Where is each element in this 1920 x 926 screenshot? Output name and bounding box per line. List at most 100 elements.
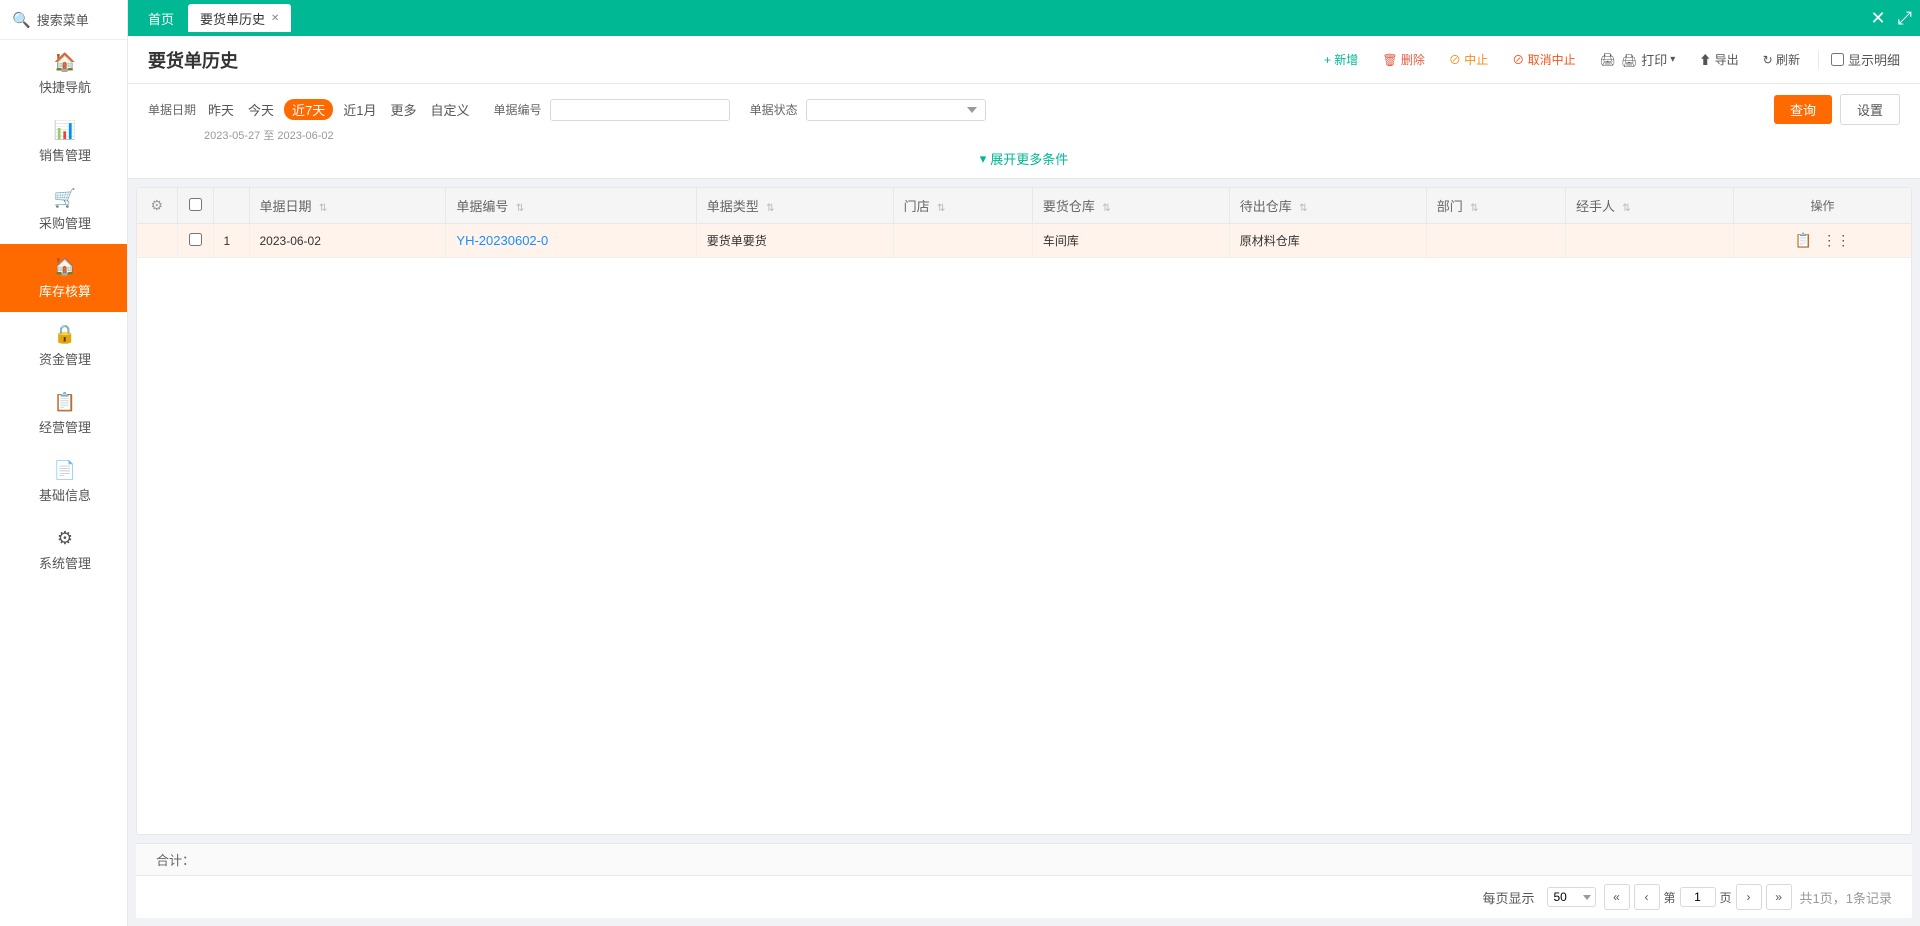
sidebar-item-label: 销售管理 xyxy=(39,145,91,164)
finance-icon: 🔒 xyxy=(54,324,76,345)
sidebar-item-quick-nav[interactable]: 🏠 快捷导航 xyxy=(0,40,127,108)
td-department xyxy=(1426,224,1565,258)
stop-button[interactable]: ⊘ 中止 xyxy=(1443,47,1494,72)
date-shortcut-1month[interactable]: 近1月 xyxy=(339,99,380,120)
toolbar: + 新增 🗑 删除 ⊘ 中止 ⊘ 取消中止 🖨 🖨 打印 ▾ ⬆ 导出 ↻ 刷新… xyxy=(1318,46,1900,73)
page-header: 要货单历史 + 新增 🗑 删除 ⊘ 中止 ⊘ 取消中止 🖨 🖨 打印 ▾ ⬆ 导… xyxy=(128,36,1920,84)
export-button[interactable]: ⬆ 导出 xyxy=(1693,47,1744,72)
sidebar-item-label: 系统管理 xyxy=(39,553,91,572)
prev-page-button[interactable]: ‹ xyxy=(1634,884,1660,910)
first-page-button[interactable]: « xyxy=(1604,884,1630,910)
inventory-icon: 🏠 xyxy=(54,256,76,277)
row-edit-icon[interactable]: 📋 xyxy=(1793,230,1814,251)
doc-number-input[interactable] xyxy=(550,99,730,121)
th-doc-date[interactable]: 单据日期 ⇅ xyxy=(249,188,446,224)
row-actions: 📋 ⋮⋮ xyxy=(1744,230,1901,251)
sidebar-item-system[interactable]: ⚙ 系统管理 xyxy=(0,516,127,584)
date-shortcut-yesterday[interactable]: 昨天 xyxy=(204,99,238,120)
sort-icon-dept: ⇅ xyxy=(1470,203,1478,214)
tab-requisition-label: 要货单历史 xyxy=(200,9,265,28)
tab-bar-actions: ✕ ⤢ xyxy=(1871,8,1913,29)
system-icon: ⚙ xyxy=(57,528,73,549)
doc-number-filter-field: 单据编号 xyxy=(494,99,730,121)
page-number-input[interactable] xyxy=(1680,887,1716,907)
sidebar-item-label: 快捷导航 xyxy=(39,77,91,96)
display-detail-label: 显示明细 xyxy=(1848,50,1900,69)
tab-requisition-history[interactable]: 要货单历史 ✕ xyxy=(188,4,291,32)
total-records: 共1页，1条记录 xyxy=(1800,888,1892,907)
sidebar-search[interactable]: 🔍 搜索菜单 xyxy=(0,0,127,40)
tab-home[interactable]: 首页 xyxy=(136,4,186,32)
table-header-row: ⚙ 单据日期 ⇅ 单据编号 ⇅ xyxy=(137,188,1911,224)
td-operation: 📋 ⋮⋮ xyxy=(1734,224,1911,258)
td-doc-date: 2023-06-02 xyxy=(249,224,446,258)
date-filter-field: 单据日期 昨天 今天 近7天 近1月 更多 自定义 xyxy=(148,99,474,120)
th-doc-type[interactable]: 单据类型 ⇅ xyxy=(696,188,893,224)
expand-icon: ▾ xyxy=(980,151,987,167)
expand-more-button[interactable]: ▾ 展开更多条件 xyxy=(148,149,1900,168)
doc-status-select[interactable] xyxy=(806,99,986,121)
cancel-stop-button[interactable]: ⊘ 取消中止 xyxy=(1506,47,1581,72)
delete-button[interactable]: 🗑 删除 xyxy=(1376,47,1431,72)
tab-bar: 首页 要货单历史 ✕ ✕ ⤢ xyxy=(128,0,1920,36)
sidebar-item-basic-info[interactable]: 📄 基础信息 xyxy=(0,448,127,516)
th-index xyxy=(213,188,249,224)
tab-close-icon[interactable]: ✕ xyxy=(271,13,279,24)
td-checkbox[interactable] xyxy=(177,224,213,258)
th-doc-number[interactable]: 单据编号 ⇅ xyxy=(446,188,696,224)
sort-icon-pending-wh: ⇅ xyxy=(1299,203,1307,214)
add-button[interactable]: + 新增 xyxy=(1318,47,1364,72)
td-pending-warehouse: 原材料仓库 xyxy=(1229,224,1426,258)
th-store[interactable]: 门店 ⇅ xyxy=(893,188,1032,224)
td-doc-number[interactable]: YH-20230602-0 xyxy=(446,224,696,258)
sidebar: 🔍 搜索菜单 🏠 快捷导航 📊 销售管理 🛒 采购管理 🏠 库存核算 🔒 资金管… xyxy=(0,0,128,926)
date-shortcut-today[interactable]: 今天 xyxy=(244,99,278,120)
sidebar-item-purchase[interactable]: 🛒 采购管理 xyxy=(0,176,127,244)
sidebar-item-finance[interactable]: 🔒 资金管理 xyxy=(0,312,127,380)
page-size-select[interactable]: 50 20 100 200 xyxy=(1547,887,1596,907)
sidebar-item-label: 采购管理 xyxy=(39,213,91,232)
print-button[interactable]: 🖨 🖨 打印 ▾ xyxy=(1594,46,1682,73)
display-detail-toggle[interactable]: 显示明细 xyxy=(1831,50,1900,69)
doc-status-filter-field: 单据状态 xyxy=(750,99,986,121)
window-close-icon[interactable]: ✕ xyxy=(1871,8,1886,29)
settings-button[interactable]: 设置 xyxy=(1840,94,1900,125)
select-all-checkbox[interactable] xyxy=(189,198,202,211)
next-page-button[interactable]: › xyxy=(1736,884,1762,910)
th-settings[interactable]: ⚙ xyxy=(137,188,177,224)
td-index: 1 xyxy=(213,224,249,258)
refresh-button[interactable]: ↻ 刷新 xyxy=(1757,47,1806,72)
page-label: 第 xyxy=(1664,889,1676,906)
main-area: 首页 要货单历史 ✕ ✕ ⤢ 要货单历史 + 新增 🗑 删除 ⊘ 中止 ⊘ 取消… xyxy=(128,0,1920,926)
sidebar-item-operation[interactable]: 📋 经营管理 xyxy=(0,380,127,448)
pagination-nav: « ‹ 第 页 › » xyxy=(1604,884,1792,910)
sidebar-item-sales[interactable]: 📊 销售管理 xyxy=(0,108,127,176)
td-settings xyxy=(137,224,177,258)
doc-number-link[interactable]: YH-20230602-0 xyxy=(456,233,548,248)
date-shortcuts: 昨天 今天 近7天 近1月 更多 自定义 xyxy=(204,99,474,120)
expand-more-label: 展开更多条件 xyxy=(990,149,1068,168)
date-shortcut-more[interactable]: 更多 xyxy=(387,99,421,120)
window-resize-icon[interactable]: ⤢ xyxy=(1898,8,1912,29)
query-button[interactable]: 查询 xyxy=(1774,95,1832,124)
td-store xyxy=(893,224,1032,258)
th-checkbox[interactable] xyxy=(177,188,213,224)
th-department[interactable]: 部门 ⇅ xyxy=(1426,188,1565,224)
row-checkbox[interactable] xyxy=(189,233,202,246)
sort-icon-store: ⇅ xyxy=(937,203,945,214)
td-handler xyxy=(1565,224,1733,258)
date-shortcut-7days[interactable]: 近7天 xyxy=(284,99,333,120)
date-shortcut-custom[interactable]: 自定义 xyxy=(427,99,474,120)
toolbar-divider xyxy=(1818,51,1819,69)
th-handler[interactable]: 经手人 ⇅ xyxy=(1565,188,1733,224)
th-req-warehouse[interactable]: 要货仓库 ⇅ xyxy=(1032,188,1229,224)
search-icon: 🔍 xyxy=(12,11,31,29)
th-pending-warehouse[interactable]: 待出仓库 ⇅ xyxy=(1229,188,1426,224)
row-more-icon[interactable]: ⋮⋮ xyxy=(1820,230,1852,251)
last-page-button[interactable]: » xyxy=(1766,884,1792,910)
settings-gear-icon[interactable]: ⚙ xyxy=(150,197,163,213)
display-detail-checkbox[interactable] xyxy=(1831,53,1844,66)
sales-icon: 📊 xyxy=(54,120,76,141)
filter-row: 单据日期 昨天 今天 近7天 近1月 更多 自定义 单据编号 xyxy=(148,94,1900,125)
sidebar-item-inventory[interactable]: 🏠 库存核算 xyxy=(0,244,127,312)
